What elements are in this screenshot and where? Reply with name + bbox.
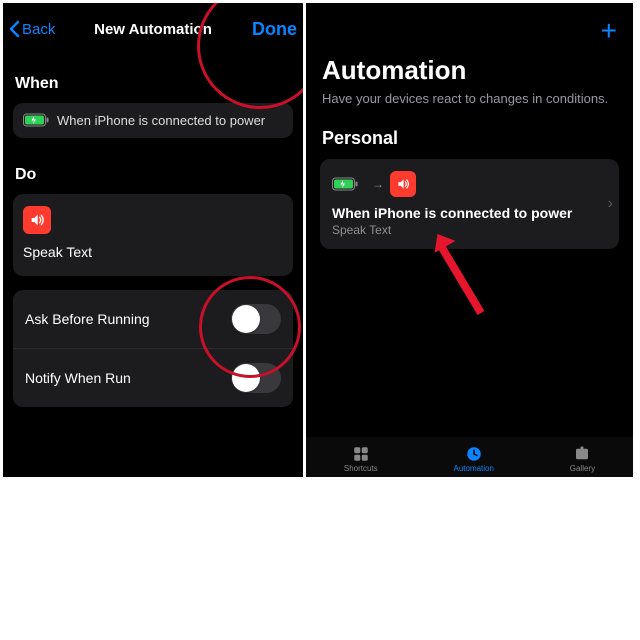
- arrow-right-icon: →: [372, 177, 384, 191]
- back-button[interactable]: Back: [9, 20, 55, 38]
- toggle-knob: [232, 364, 260, 392]
- tab-bar: Shortcuts Automation Gallery: [306, 437, 633, 477]
- tab-shortcuts[interactable]: Shortcuts: [344, 445, 378, 473]
- tab-label: Automation: [453, 464, 493, 473]
- personal-section-header: Personal: [306, 108, 633, 159]
- automation-card-subtitle: Speak Text: [332, 223, 607, 237]
- tab-label: Shortcuts: [344, 464, 378, 473]
- automation-card-title: When iPhone is connected to power: [332, 205, 607, 221]
- ask-before-running-toggle[interactable]: [231, 304, 281, 334]
- speak-text-icon: [23, 206, 51, 234]
- speak-text-icon: [390, 171, 416, 197]
- when-condition-card[interactable]: When iPhone is connected to power: [13, 103, 293, 138]
- notify-when-run-toggle[interactable]: [231, 363, 281, 393]
- speak-text-label: Speak Text: [23, 244, 283, 260]
- when-section-label: When: [3, 75, 303, 93]
- tab-automation[interactable]: Automation: [453, 445, 493, 473]
- ask-before-running-label: Ask Before Running: [25, 311, 150, 327]
- do-action-card[interactable]: Speak Text: [13, 194, 293, 276]
- automation-icon-row: →: [332, 171, 607, 197]
- do-section-label: Do: [3, 166, 303, 184]
- gallery-icon: [572, 445, 592, 463]
- left-pane: Back New Automation Done When When iPhon…: [3, 3, 303, 477]
- shortcuts-icon: [351, 445, 371, 463]
- automation-card[interactable]: → When iPhone is connected to power Spea…: [320, 159, 619, 249]
- navigation-bar: Back New Automation Done: [3, 3, 303, 47]
- notify-when-run-row: Notify When Run: [13, 348, 293, 407]
- chevron-left-icon: [9, 20, 20, 38]
- page-title: New Automation: [94, 21, 212, 38]
- tab-gallery[interactable]: Gallery: [570, 445, 595, 473]
- battery-charging-icon: [23, 113, 49, 128]
- add-automation-button[interactable]: +: [601, 17, 617, 45]
- right-header: +: [306, 3, 633, 45]
- chevron-right-icon: ›: [608, 195, 613, 213]
- done-button[interactable]: Done: [252, 19, 297, 40]
- when-condition-text: When iPhone is connected to power: [57, 113, 265, 128]
- toggle-knob: [232, 305, 260, 333]
- right-pane: + Automation Have your devices react to …: [306, 3, 633, 477]
- notify-when-run-label: Notify When Run: [25, 370, 131, 386]
- automation-title: Automation: [306, 45, 633, 90]
- ask-before-running-row: Ask Before Running: [13, 290, 293, 348]
- automation-icon: [464, 445, 484, 463]
- battery-charging-icon: [332, 177, 358, 192]
- automation-subtitle: Have your devices react to changes in co…: [306, 90, 633, 108]
- back-label: Back: [22, 21, 55, 38]
- tab-label: Gallery: [570, 464, 595, 473]
- screenshot-container: Back New Automation Done When When iPhon…: [0, 0, 640, 480]
